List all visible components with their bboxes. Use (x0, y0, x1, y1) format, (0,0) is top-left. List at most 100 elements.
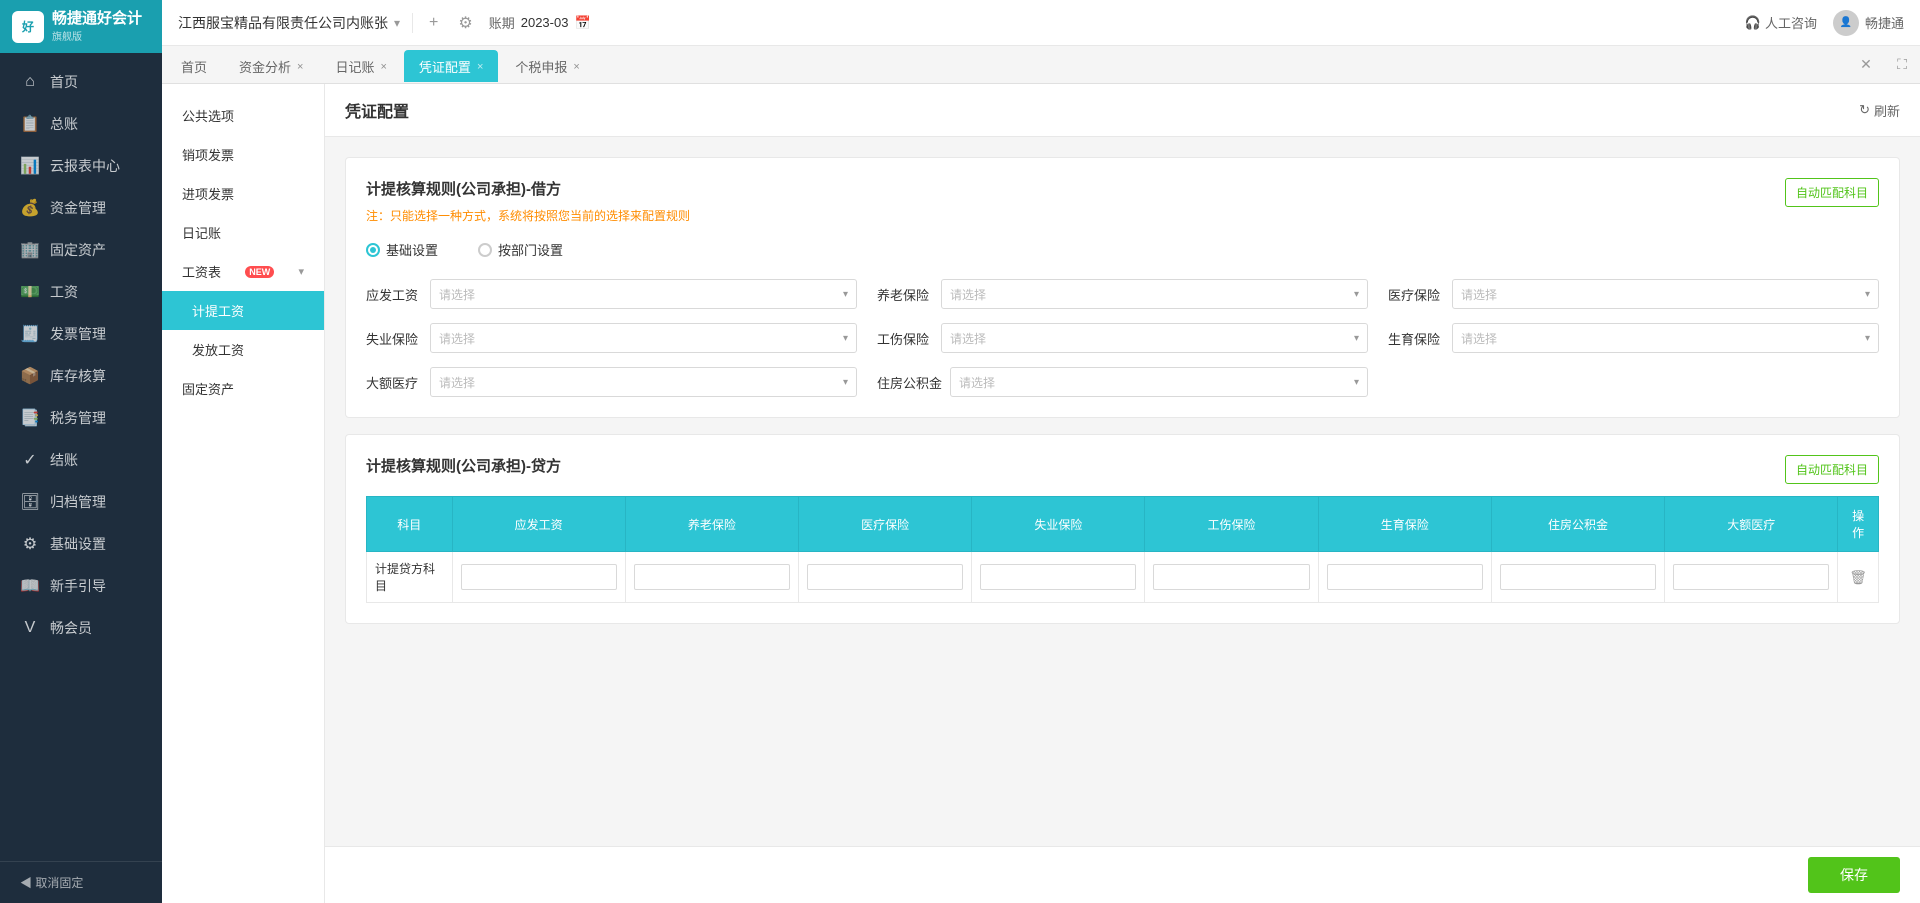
sidebar-cancel-pin[interactable]: ◀ 取消固定 (0, 861, 162, 903)
housing-fund-cell[interactable] (1491, 552, 1664, 603)
work-injury-select[interactable]: 请选择 ▾ (941, 323, 1368, 353)
maternity-select[interactable]: 请选择 ▾ (1452, 323, 1879, 353)
left-menu-pay_salary[interactable]: 发放工资 (162, 330, 324, 369)
unemployment-cell[interactable] (972, 552, 1145, 603)
gross-salary-select[interactable]: 请选择 ▾ (430, 279, 857, 309)
action-cell[interactable]: 🗑 (1838, 552, 1879, 603)
col-header-应发工资: 应发工资 (452, 497, 625, 552)
sidebar-item-fund[interactable]: 💰资金管理 (0, 187, 162, 229)
company-selector[interactable]: 江西服宝精品有限责任公司内账张 ▾ (178, 13, 400, 33)
credit-table-head: 科目应发工资养老保险医疗保险失业保险工伤保险生育保险住房公积金大额医疗操作 (367, 497, 1879, 552)
housing-fund-input[interactable] (1500, 564, 1656, 590)
left-menu-journal[interactable]: 日记账 (162, 213, 324, 252)
left-menu-label-fixed_assets: 固定资产 (182, 379, 234, 398)
work-injury-input[interactable] (1153, 564, 1309, 590)
gross-salary-cell[interactable] (452, 552, 625, 603)
sidebar-item-checkout[interactable]: ✓结账 (0, 439, 162, 481)
sidebar-label-inventory: 库存核算 (50, 366, 106, 386)
tab-home[interactable]: 首页 (166, 50, 222, 82)
unemployment-select[interactable]: 请选择 ▾ (430, 323, 857, 353)
maternity-cell[interactable] (1318, 552, 1491, 603)
left-menu-label-salary_table: 工资表 (182, 262, 221, 281)
support-button[interactable]: 🎧 人工咨询 (1745, 13, 1817, 32)
radio-dept[interactable]: 按部门设置 (478, 240, 563, 259)
sidebar-item-salary[interactable]: 💵工资 (0, 271, 162, 313)
sidebar-item-assets[interactable]: 🏢固定资产 (0, 229, 162, 271)
work-injury-cell[interactable] (1145, 552, 1318, 603)
sidebar-label-checkout: 结账 (50, 450, 78, 470)
left-menu-calc_salary[interactable]: 计提工资 (162, 291, 324, 330)
credit-auto-match-button[interactable]: 自动匹配科目 (1785, 455, 1879, 484)
big-medical-input[interactable] (1673, 564, 1829, 590)
medical-field: 医疗保险 请选择 ▾ (1388, 279, 1879, 309)
sidebar-icon-vip: V (20, 619, 40, 637)
debit-auto-match-button[interactable]: 自动匹配科目 (1785, 178, 1879, 207)
user-menu[interactable]: 👤 畅捷通 (1833, 10, 1904, 36)
tab-tax_report[interactable]: 个税申报× (500, 50, 594, 82)
sidebar-item-archive[interactable]: 🗄归档管理 (0, 481, 162, 523)
delete-row-icon[interactable]: 🗑 (1849, 569, 1867, 585)
big-medical-select[interactable]: 请选择 ▾ (430, 367, 857, 397)
credit-section: 计提核算规则(公司承担)-贷方 自动匹配科目 科目应发工资养老保险医疗保险失业保… (345, 434, 1900, 624)
left-menu-label-purchase_invoice: 进项发票 (182, 184, 234, 203)
col-header-住房公积金: 住房公积金 (1491, 497, 1664, 552)
tab-voucher_config[interactable]: 凭证配置× (404, 50, 498, 82)
left-menu-fixed_assets[interactable]: 固定资产 (162, 369, 324, 408)
debit-form-grid: 应发工资 请选择 ▾ 养老保险 请选择 ▾ (366, 279, 1879, 397)
medical-select[interactable]: 请选择 ▾ (1452, 279, 1879, 309)
sidebar-icon-ledger: 📋 (20, 114, 40, 134)
add-button[interactable]: + (425, 10, 442, 36)
calendar-icon[interactable]: 📅 (574, 15, 590, 31)
tab-close-journal[interactable]: × (380, 61, 386, 73)
period-value[interactable]: 2023-03 (521, 15, 569, 30)
credit-section-header: 计提核算规则(公司承担)-贷方 自动匹配科目 (366, 455, 1879, 484)
sidebar-label-guide: 新手引导 (50, 576, 106, 596)
sidebar-item-settings[interactable]: ⚙基础设置 (0, 523, 162, 565)
gross-salary-input[interactable] (461, 564, 617, 590)
medical-cell[interactable] (799, 552, 972, 603)
left-menu-public[interactable]: 公共选项 (162, 96, 324, 135)
medical-input[interactable] (807, 564, 963, 590)
tab-close-voucher_config[interactable]: × (477, 61, 483, 73)
pension-cell[interactable] (625, 552, 798, 603)
radio-group: 基础设置 按部门设置 (366, 240, 1785, 259)
gross-salary-field: 应发工资 请选择 ▾ (366, 279, 857, 309)
maternity-input[interactable] (1327, 564, 1483, 590)
col-header-操作: 操作 (1838, 497, 1879, 552)
sidebar-item-vip[interactable]: V畅会员 (0, 607, 162, 649)
subject-cell: 计提贷方科目 (367, 552, 453, 603)
radio-basic[interactable]: 基础设置 (366, 240, 438, 259)
left-menu-purchase_invoice[interactable]: 进项发票 (162, 174, 324, 213)
topbar: 江西服宝精品有限责任公司内账张 ▾ + ⚙ 账期 2023-03 📅 🎧 人工咨… (162, 0, 1920, 46)
sidebar-item-inventory[interactable]: 📦库存核算 (0, 355, 162, 397)
tab-close-fund_analysis[interactable]: × (297, 61, 303, 73)
refresh-button[interactable]: ↻ 刷新 (1859, 101, 1900, 120)
sidebar-item-guide[interactable]: 📖新手引导 (0, 565, 162, 607)
sidebar-item-reports[interactable]: 📊云报表中心 (0, 145, 162, 187)
tab-journal[interactable]: 日记账× (320, 50, 401, 82)
tab-close-tax_report[interactable]: × (573, 61, 579, 73)
sidebar-icon-archive: 🗄 (20, 492, 40, 512)
medical-label: 医疗保险 (1388, 285, 1444, 304)
page-title: 凭证配置 (345, 98, 409, 122)
fullscreen-button[interactable]: ⛶ (1888, 51, 1916, 79)
gross-salary-label: 应发工资 (366, 285, 422, 304)
settings-icon[interactable]: ⚙ (454, 9, 476, 37)
sidebar-item-home[interactable]: ⌂首页 (0, 61, 162, 103)
pension-select[interactable]: 请选择 ▾ (941, 279, 1368, 309)
sidebar-item-ledger[interactable]: 📋总账 (0, 103, 162, 145)
tab-fund_analysis[interactable]: 资金分析× (224, 50, 318, 82)
close-tab-button[interactable]: ✕ (1852, 51, 1880, 79)
col-header-失业保险: 失业保险 (972, 497, 1145, 552)
save-button[interactable]: 保存 (1808, 857, 1900, 893)
left-menu-sales_invoice[interactable]: 销项发票 (162, 135, 324, 174)
user-name: 畅捷通 (1865, 13, 1904, 32)
unemployment-input[interactable] (980, 564, 1136, 590)
sidebar-item-invoice[interactable]: 🧾发票管理 (0, 313, 162, 355)
col-header-大额医疗: 大额医疗 (1665, 497, 1838, 552)
pension-input[interactable] (634, 564, 790, 590)
sidebar-item-tax[interactable]: 📑税务管理 (0, 397, 162, 439)
left-menu-salary_table[interactable]: 工资表NEW▾ (162, 252, 324, 291)
housing-fund-select[interactable]: 请选择 ▾ (950, 367, 1368, 397)
big-medical-cell[interactable] (1665, 552, 1838, 603)
